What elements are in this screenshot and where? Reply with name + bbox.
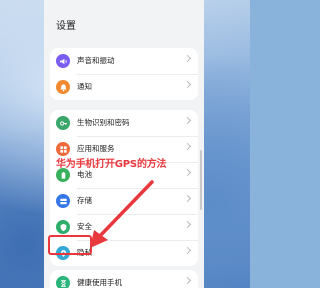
- bell-icon: [56, 80, 70, 94]
- apps-icon: [56, 142, 70, 156]
- settings-item-label: 生物识别和密码: [77, 118, 130, 127]
- storage-icon: [56, 194, 70, 208]
- chevron-right-icon: [183, 220, 192, 229]
- chevron-right-icon: [183, 246, 192, 255]
- scrollbar[interactable]: [200, 150, 202, 210]
- settings-group-1: 声音和振动 通知: [50, 48, 198, 100]
- speaker-icon: [56, 54, 70, 68]
- sidebar-item-notifications[interactable]: 通知: [50, 74, 198, 100]
- chevron-right-icon: [183, 116, 192, 125]
- tutorial-caption: 华为手机打开GPS的方法: [56, 159, 167, 170]
- hourglass-icon: [56, 276, 70, 288]
- privacy-highlight-box: [48, 235, 92, 255]
- sidebar-item-digital-balance[interactable]: 健康使用手机: [50, 270, 198, 288]
- chevron-right-icon: [183, 54, 192, 63]
- chevron-right-icon: [183, 80, 192, 89]
- settings-item-label: 声音和振动: [77, 56, 115, 65]
- sidebar-item-sound[interactable]: 声音和振动: [50, 48, 198, 74]
- settings-item-label: 通知: [77, 82, 92, 91]
- settings-item-label: 电池: [77, 170, 92, 179]
- chevron-right-icon: [183, 194, 192, 203]
- chevron-right-icon: [183, 168, 192, 177]
- settings-item-label: 健康使用手机: [77, 278, 122, 287]
- sidebar-item-biometrics[interactable]: 生物识别和密码: [50, 110, 198, 136]
- shield-icon: [56, 220, 70, 234]
- settings-item-label: 存储: [77, 196, 92, 205]
- settings-group-3: 健康使用手机: [50, 270, 198, 288]
- settings-item-label: 安全: [77, 222, 92, 231]
- key-icon: [56, 116, 70, 130]
- chevron-right-icon: [183, 142, 192, 151]
- sidebar-item-storage[interactable]: 存储: [50, 188, 198, 214]
- page-title: 设置: [56, 21, 76, 32]
- battery-icon: [56, 168, 70, 182]
- chevron-right-icon: [183, 276, 192, 285]
- settings-item-label: 应用和服务: [77, 144, 115, 153]
